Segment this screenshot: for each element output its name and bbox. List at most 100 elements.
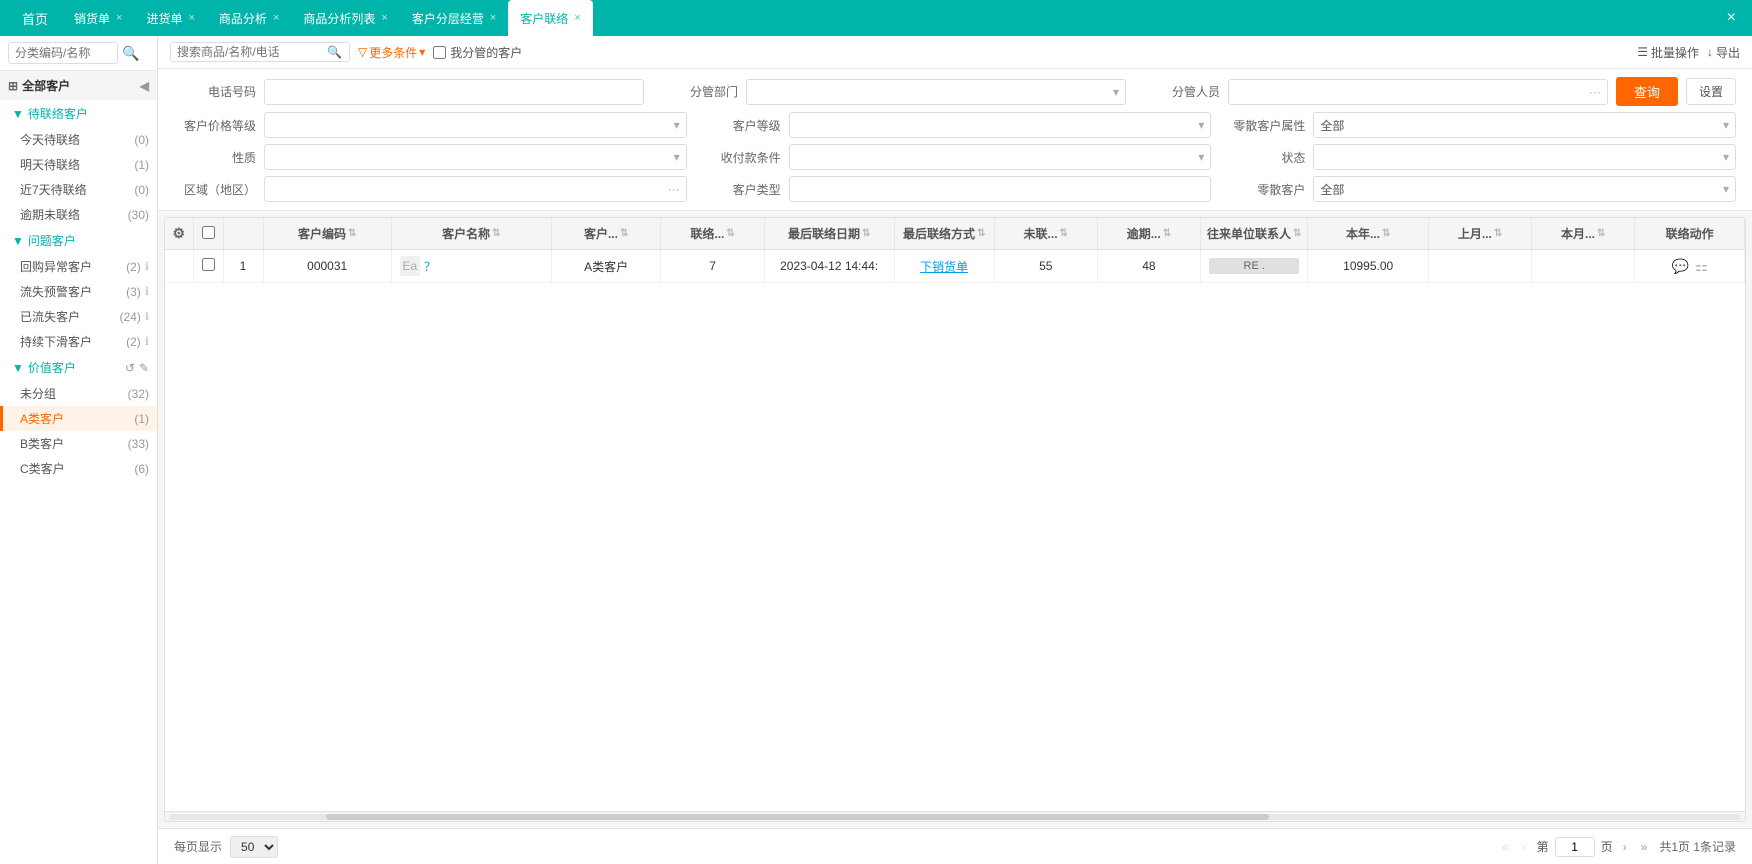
sort-icon[interactable]: ⇅ <box>1494 228 1502 239</box>
price-level-label: 客户价格等级 <box>174 117 264 134</box>
collapse-sidebar-icon[interactable]: ◀ <box>140 79 149 93</box>
col-this-year: 本年...⇅ <box>1308 218 1429 250</box>
chevron-down-icon: ▾ <box>1723 182 1729 196</box>
sidebar-search-input[interactable] <box>8 42 118 64</box>
settings-button[interactable]: 设置 <box>1686 78 1736 105</box>
sparse-attr-select[interactable]: 全部 ▾ <box>1313 112 1736 138</box>
close-icon[interactable]: × <box>273 12 279 24</box>
nav-tab-sales[interactable]: 销货单 × <box>62 0 134 36</box>
sidebar-group-problem[interactable]: ▼ 问题客户 <box>0 227 157 254</box>
batch-op-btn[interactable]: ☰ 批量操作 <box>1637 44 1699 61</box>
close-app-button[interactable]: × <box>1719 9 1744 27</box>
sidebar-item-tomorrow[interactable]: 明天待联络 (1) <box>0 152 157 177</box>
sidebar-item-b-class[interactable]: B类客户 (33) <box>0 431 157 456</box>
col-this-month: 本月...⇅ <box>1532 218 1635 250</box>
chevron-down-icon: ▾ <box>419 45 425 59</box>
close-icon[interactable]: × <box>490 12 496 24</box>
col-overdue: 逾期...⇅ <box>1097 218 1200 250</box>
sort-icon[interactable]: ⇅ <box>1060 228 1068 239</box>
sort-icon[interactable]: ⇅ <box>1293 228 1301 239</box>
nav-tab-purchase[interactable]: 进货单 × <box>134 0 206 36</box>
search-icon[interactable]: 🔍 <box>327 45 342 59</box>
more-icon[interactable]: ⚏ <box>1695 258 1708 275</box>
gear-icon[interactable]: ⚙ <box>172 225 185 241</box>
sidebar-item-ungroup[interactable]: 未分组 (32) <box>0 381 157 406</box>
sidebar-search-icon[interactable]: 🔍 <box>122 45 139 62</box>
sidebar-item-a-class[interactable]: A类客户 (1) <box>0 406 157 431</box>
sidebar-group-value[interactable]: ▼ 价值客户 ↺ ✎ <box>0 354 157 381</box>
sort-icon[interactable]: ⇅ <box>1163 228 1171 239</box>
dept-select[interactable]: ▾ <box>746 79 1126 105</box>
last-page-btn[interactable]: » <box>1637 840 1652 854</box>
sort-icon[interactable]: ⇅ <box>1382 228 1390 239</box>
content-area: 🔍 ▽ 更多条件 ▾ 我分管的客户 ☰ 批量操作 ↓ 导出 <box>158 36 1752 864</box>
filter-bar: 🔍 ▽ 更多条件 ▾ 我分管的客户 ☰ 批量操作 ↓ 导出 <box>158 36 1752 69</box>
region-input[interactable]: ··· <box>264 176 687 202</box>
phone-input[interactable] <box>264 79 644 105</box>
first-page-btn[interactable]: « <box>1498 840 1513 854</box>
prev-page-btn[interactable]: ‹ <box>1519 840 1531 854</box>
close-icon[interactable]: × <box>574 12 580 24</box>
close-icon[interactable]: × <box>116 12 122 24</box>
my-customers-check[interactable] <box>433 46 446 59</box>
sidebar-item-churn-warning[interactable]: 流失预警客户 (3) ℹ <box>0 279 157 304</box>
action-icons: 💬 ⚏ <box>1643 258 1736 275</box>
query-button[interactable]: 查询 <box>1616 77 1678 106</box>
sort-icon[interactable]: ⇅ <box>1597 228 1605 239</box>
sidebar-item-today[interactable]: 今天待联络 (0) <box>0 127 157 152</box>
more-conditions-btn[interactable]: ▽ 更多条件 ▾ <box>358 44 425 61</box>
nav-tab-customer-contact[interactable]: 客户联络 × <box>508 0 592 36</box>
nature-select[interactable]: ▾ <box>264 144 687 170</box>
my-customers-checkbox[interactable]: 我分管的客户 <box>433 44 522 61</box>
sidebar-item-overdue[interactable]: 逾期未联络 (30) <box>0 202 157 227</box>
sidebar-item-c-class[interactable]: C类客户 (6) <box>0 456 157 481</box>
customer-level-select[interactable]: ▾ <box>789 112 1212 138</box>
table-body: 1 000031 Ea ？ A类客户 <box>165 250 1745 283</box>
status-select[interactable]: ▾ <box>1313 144 1736 170</box>
nav-tab-analysis[interactable]: 商品分析 × <box>207 0 291 36</box>
price-level-select[interactable]: ▾ <box>264 112 687 138</box>
row-last-way[interactable]: 下销货单 <box>894 250 994 283</box>
refresh-icon[interactable]: ↺ <box>125 361 135 375</box>
message-icon[interactable]: 💬 <box>1672 258 1689 275</box>
sort-icon[interactable]: ⇅ <box>977 228 985 239</box>
scroll-thumb[interactable] <box>326 814 1269 820</box>
per-page-select[interactable]: 50 <box>230 836 278 858</box>
row-checkbox[interactable] <box>202 258 215 271</box>
edit-icon[interactable]: ✎ <box>139 361 149 375</box>
page-input[interactable]: 1 <box>1555 837 1595 857</box>
payment-select[interactable]: ▾ <box>789 144 1212 170</box>
sort-icon[interactable]: ⇅ <box>726 228 734 239</box>
table-scroll[interactable]: ⚙ 客户编码⇅ 客户名称⇅ <box>165 218 1745 811</box>
grid-icon: ⊞ <box>8 79 18 93</box>
sidebar-item-churned[interactable]: 已流失客户 (24) ℹ <box>0 304 157 329</box>
next-page-btn[interactable]: › <box>1619 840 1631 854</box>
dots-icon: ··· <box>1589 85 1601 99</box>
per-page-label: 每页显示 <box>174 838 222 855</box>
person-input[interactable]: ··· <box>1228 79 1608 105</box>
nav-home[interactable]: 首页 <box>8 9 62 28</box>
sidebar-item-declining[interactable]: 持续下滑客户 (2) ℹ <box>0 329 157 354</box>
sidebar-item-repurchase-abnormal[interactable]: 回购异常客户 (2) ℹ <box>0 254 157 279</box>
search-input[interactable] <box>177 45 327 59</box>
sidebar-item-7days[interactable]: 近7天待联络 (0) <box>0 177 157 202</box>
export-btn[interactable]: ↓ 导出 <box>1707 44 1740 61</box>
col-unit-contact: 往来单位联系人⇅ <box>1201 218 1308 250</box>
sparse-select[interactable]: 全部 ▾ <box>1313 176 1736 202</box>
nav-tab-customer-mgmt[interactable]: 客户分层经营 × <box>400 0 508 36</box>
close-icon[interactable]: × <box>188 12 194 24</box>
sidebar-all-customers[interactable]: ⊞ 全部客户 ◀ <box>0 71 157 100</box>
sidebar-group-pending[interactable]: ▼ 待联络客户 <box>0 100 157 127</box>
select-all-checkbox[interactable] <box>202 226 215 239</box>
table-area: ⚙ 客户编码⇅ 客户名称⇅ <box>164 217 1746 822</box>
close-icon[interactable]: × <box>381 12 387 24</box>
filter-status: 状态 ▾ <box>1223 144 1736 170</box>
sort-icon[interactable]: ⇅ <box>620 228 628 239</box>
horizontal-scrollbar[interactable] <box>165 811 1745 821</box>
nav-tab-analysis-list[interactable]: 商品分析列表 × <box>291 0 399 36</box>
person-label: 分管人员 <box>1138 83 1228 100</box>
sort-icon[interactable]: ⇅ <box>348 228 356 239</box>
sort-icon[interactable]: ⇅ <box>492 228 500 239</box>
customer-type-input[interactable] <box>789 176 1212 202</box>
sort-icon[interactable]: ⇅ <box>862 228 870 239</box>
